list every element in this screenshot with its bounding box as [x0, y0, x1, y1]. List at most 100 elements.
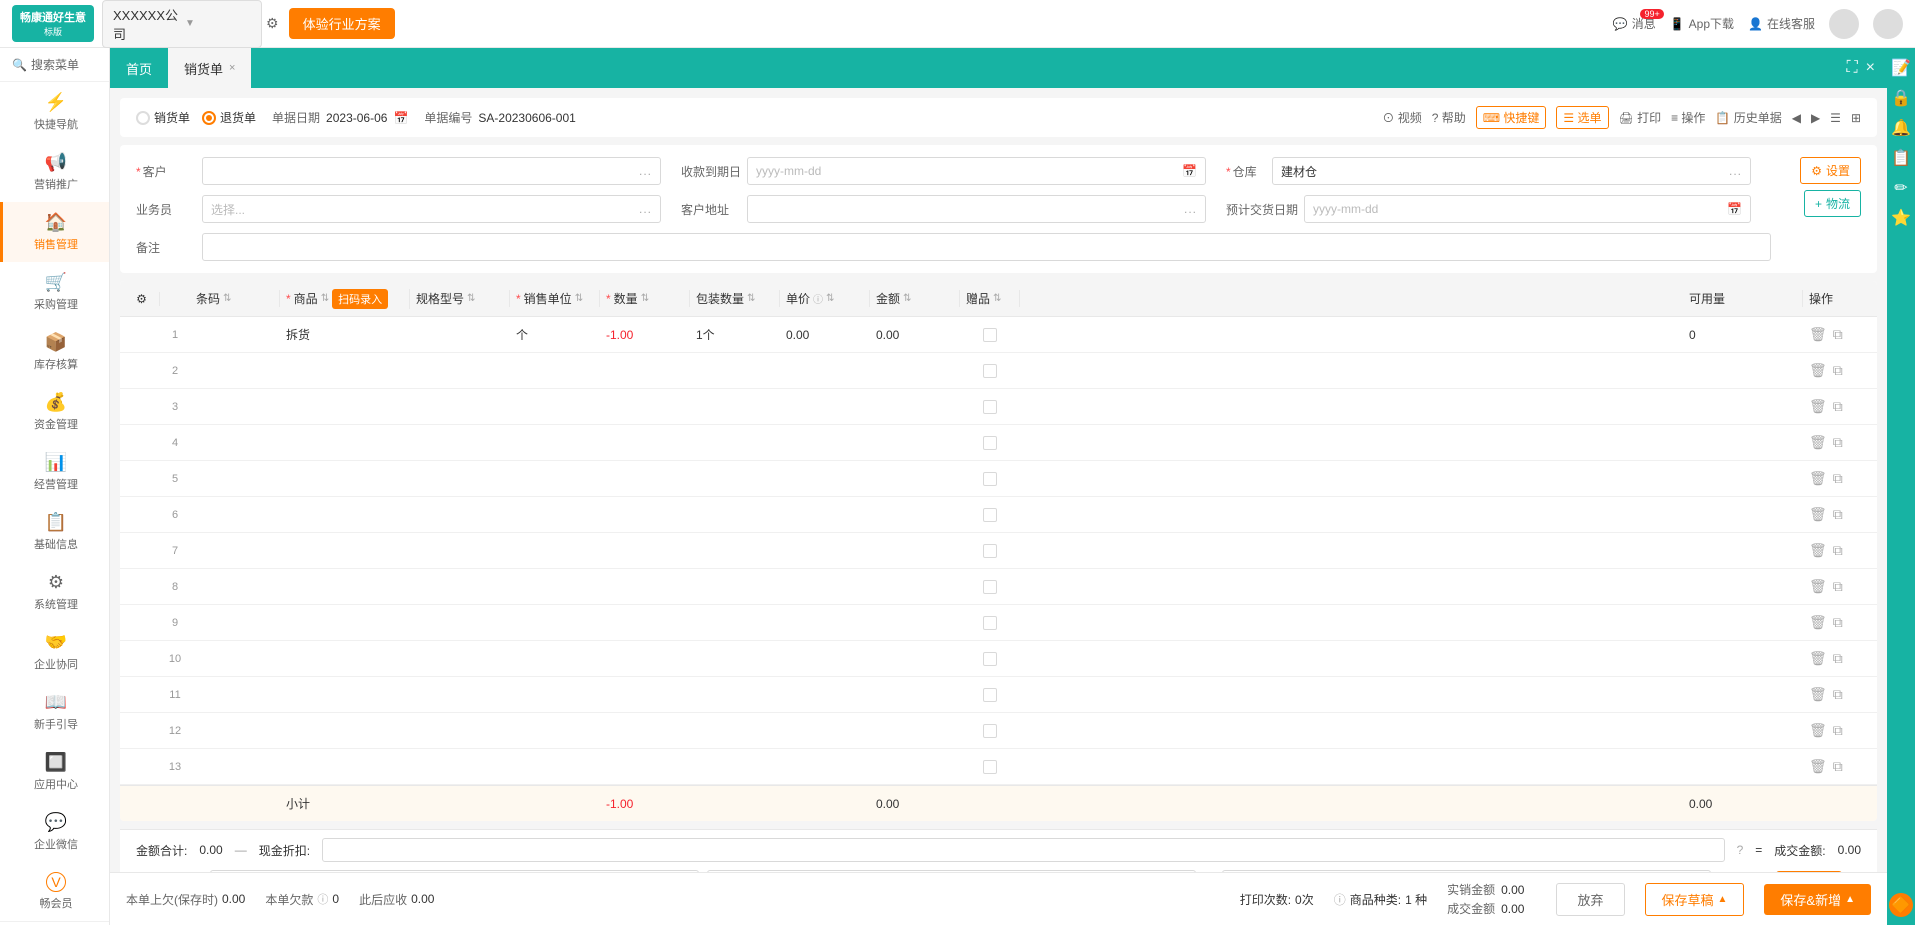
- save-draft-btn[interactable]: 保存草稿 ▲: [1645, 883, 1745, 916]
- gift-checkbox-10[interactable]: [983, 688, 997, 702]
- gift-checkbox-11[interactable]: [983, 724, 997, 738]
- discount-input[interactable]: [322, 838, 1725, 862]
- logistics-btn[interactable]: + 物流: [1804, 190, 1861, 217]
- sidebar-item-inventory[interactable]: 📦 库存核算: [0, 322, 109, 382]
- copy-btn-2[interactable]: ⧉: [1833, 398, 1843, 415]
- rp-btn-bell[interactable]: 🔔: [1889, 116, 1913, 140]
- owed-info-icon[interactable]: ⓘ: [317, 891, 328, 907]
- td-amount-0[interactable]: 0.00: [870, 328, 960, 342]
- sidebar-search[interactable]: 🔍 搜索菜单: [0, 48, 109, 82]
- sidebar-item-guide[interactable]: 📖 新手引导: [0, 682, 109, 742]
- td-gift-10[interactable]: [960, 688, 1020, 702]
- tab-home[interactable]: 首页: [110, 48, 168, 88]
- video-btn[interactable]: ⊙ 视频: [1382, 109, 1421, 126]
- price-info-icon[interactable]: ⓘ: [813, 291, 823, 306]
- td-gift-3[interactable]: [960, 436, 1020, 450]
- delete-btn-8[interactable]: 🗑: [1809, 614, 1827, 631]
- sidebar-item-operations[interactable]: 📊 经营管理: [0, 442, 109, 502]
- sidebar-item-member[interactable]: V 畅会员: [0, 862, 109, 921]
- copy-btn-1[interactable]: ⧉: [1833, 362, 1843, 379]
- sidebar-item-marketing[interactable]: 📢 营销推广: [0, 142, 109, 202]
- history-btn[interactable]: 📋 历史单据: [1715, 109, 1781, 126]
- tab-sales-order[interactable]: 销货单 ×: [168, 48, 251, 88]
- gift-checkbox-4[interactable]: [983, 472, 997, 486]
- gift-checkbox-7[interactable]: [983, 580, 997, 594]
- product-sort-icon[interactable]: ⇅: [321, 293, 329, 304]
- copy-btn-6[interactable]: ⧉: [1833, 542, 1843, 559]
- copy-btn-10[interactable]: ⧉: [1833, 686, 1843, 703]
- td-gift-0[interactable]: [960, 328, 1020, 342]
- expected-date-input[interactable]: yyyy-mm-dd 📅: [1304, 195, 1751, 223]
- gift-checkbox-5[interactable]: [983, 508, 997, 522]
- scan-btn[interactable]: 扫码录入: [332, 289, 388, 309]
- rp-btn-notes[interactable]: 📝: [1889, 56, 1913, 80]
- gift-checkbox-8[interactable]: [983, 616, 997, 630]
- delete-btn-12[interactable]: 🗑: [1809, 758, 1827, 775]
- gift-sort-icon[interactable]: ⇅: [993, 293, 1001, 304]
- gift-checkbox-6[interactable]: [983, 544, 997, 558]
- td-gift-8[interactable]: [960, 616, 1020, 630]
- sidebar-item-sales[interactable]: 🏠 销售管理: [0, 202, 109, 262]
- operation-btn[interactable]: ≡ 操作: [1671, 109, 1705, 126]
- expand-icon[interactable]: ⛶: [1846, 59, 1857, 77]
- avatar[interactable]: [1829, 9, 1859, 39]
- rp-btn-lock[interactable]: 🔒: [1889, 86, 1913, 110]
- td-unit-0[interactable]: 个: [510, 326, 600, 343]
- copy-btn-0[interactable]: ⧉: [1833, 326, 1843, 343]
- delete-btn-5[interactable]: 🗑: [1809, 506, 1827, 523]
- sidebar-item-wechat[interactable]: 💬 企业微信: [0, 802, 109, 862]
- customer-input[interactable]: ...: [202, 157, 661, 185]
- select-order-btn[interactable]: ☰ 选单: [1556, 106, 1608, 129]
- avatar2[interactable]: [1873, 9, 1903, 39]
- company-select[interactable]: XXXXXX公司 ▼: [102, 0, 262, 48]
- td-gift-4[interactable]: [960, 472, 1020, 486]
- td-gift-7[interactable]: [960, 580, 1020, 594]
- delete-btn-9[interactable]: 🗑: [1809, 650, 1827, 667]
- price-sort-icon[interactable]: ⇅: [826, 293, 834, 304]
- notes-input[interactable]: [202, 233, 1771, 261]
- salesman-input[interactable]: 选择... ...: [202, 195, 661, 223]
- delete-btn-4[interactable]: 🗑: [1809, 470, 1827, 487]
- question-icon[interactable]: ?: [1737, 843, 1744, 857]
- copy-btn-8[interactable]: ⧉: [1833, 614, 1843, 631]
- delete-btn-10[interactable]: 🗑: [1809, 686, 1827, 703]
- nav-next-btn[interactable]: ▶: [1811, 111, 1820, 125]
- unit-sort-icon[interactable]: ⇅: [575, 293, 583, 304]
- radio-return[interactable]: 退货单: [202, 109, 256, 126]
- td-gift-9[interactable]: [960, 652, 1020, 666]
- sidebar-item-apps[interactable]: 🔲 应用中心: [0, 742, 109, 802]
- delete-btn-3[interactable]: 🗑: [1809, 434, 1827, 451]
- online-service-btn[interactable]: 👤 在线客服: [1748, 15, 1815, 32]
- td-gift-11[interactable]: [960, 724, 1020, 738]
- sidebar-item-system[interactable]: ⚙ 系统管理: [0, 562, 109, 622]
- shortcut-btn[interactable]: ⌨ 快捷键: [1476, 106, 1547, 129]
- print-btn[interactable]: 🖨 打印: [1619, 109, 1662, 126]
- due-date-input[interactable]: yyyy-mm-dd 📅: [747, 157, 1206, 185]
- rp-btn-orange[interactable]: 🔶: [1889, 893, 1913, 917]
- td-price-0[interactable]: 0.00: [780, 328, 870, 342]
- sidebar-item-purchase[interactable]: 🛒 采购管理: [0, 262, 109, 322]
- pack-sort-icon[interactable]: ⇅: [747, 293, 755, 304]
- amount-sort-icon[interactable]: ⇅: [903, 293, 911, 304]
- delete-btn-1[interactable]: 🗑: [1809, 362, 1827, 379]
- gift-checkbox-9[interactable]: [983, 652, 997, 666]
- td-gift-12[interactable]: [960, 760, 1020, 774]
- gift-checkbox-12[interactable]: [983, 760, 997, 774]
- td-gift-1[interactable]: [960, 364, 1020, 378]
- warehouse-input[interactable]: 建材仓 ...: [1272, 157, 1751, 185]
- delete-btn-2[interactable]: 🗑: [1809, 398, 1827, 415]
- help-btn[interactable]: ? 帮助: [1432, 109, 1466, 126]
- copy-btn-11[interactable]: ⧉: [1833, 722, 1843, 739]
- rp-btn-star[interactable]: ⭐: [1889, 206, 1913, 230]
- copy-btn-7[interactable]: ⧉: [1833, 578, 1843, 595]
- copy-btn-9[interactable]: ⧉: [1833, 650, 1843, 667]
- message-btn[interactable]: 💬 消息 99+: [1613, 15, 1656, 32]
- expected-date-cal-icon[interactable]: 📅: [1727, 202, 1742, 216]
- view-grid-icon[interactable]: ⊞: [1851, 111, 1861, 125]
- rp-btn-clipboard[interactable]: 📋: [1889, 146, 1913, 170]
- barcode-sort-icon[interactable]: ⇅: [223, 293, 231, 304]
- copy-btn-4[interactable]: ⧉: [1833, 470, 1843, 487]
- delete-btn-11[interactable]: 🗑: [1809, 722, 1827, 739]
- qty-sort-icon[interactable]: ⇅: [641, 293, 649, 304]
- radio-sales[interactable]: 销货单: [136, 109, 190, 126]
